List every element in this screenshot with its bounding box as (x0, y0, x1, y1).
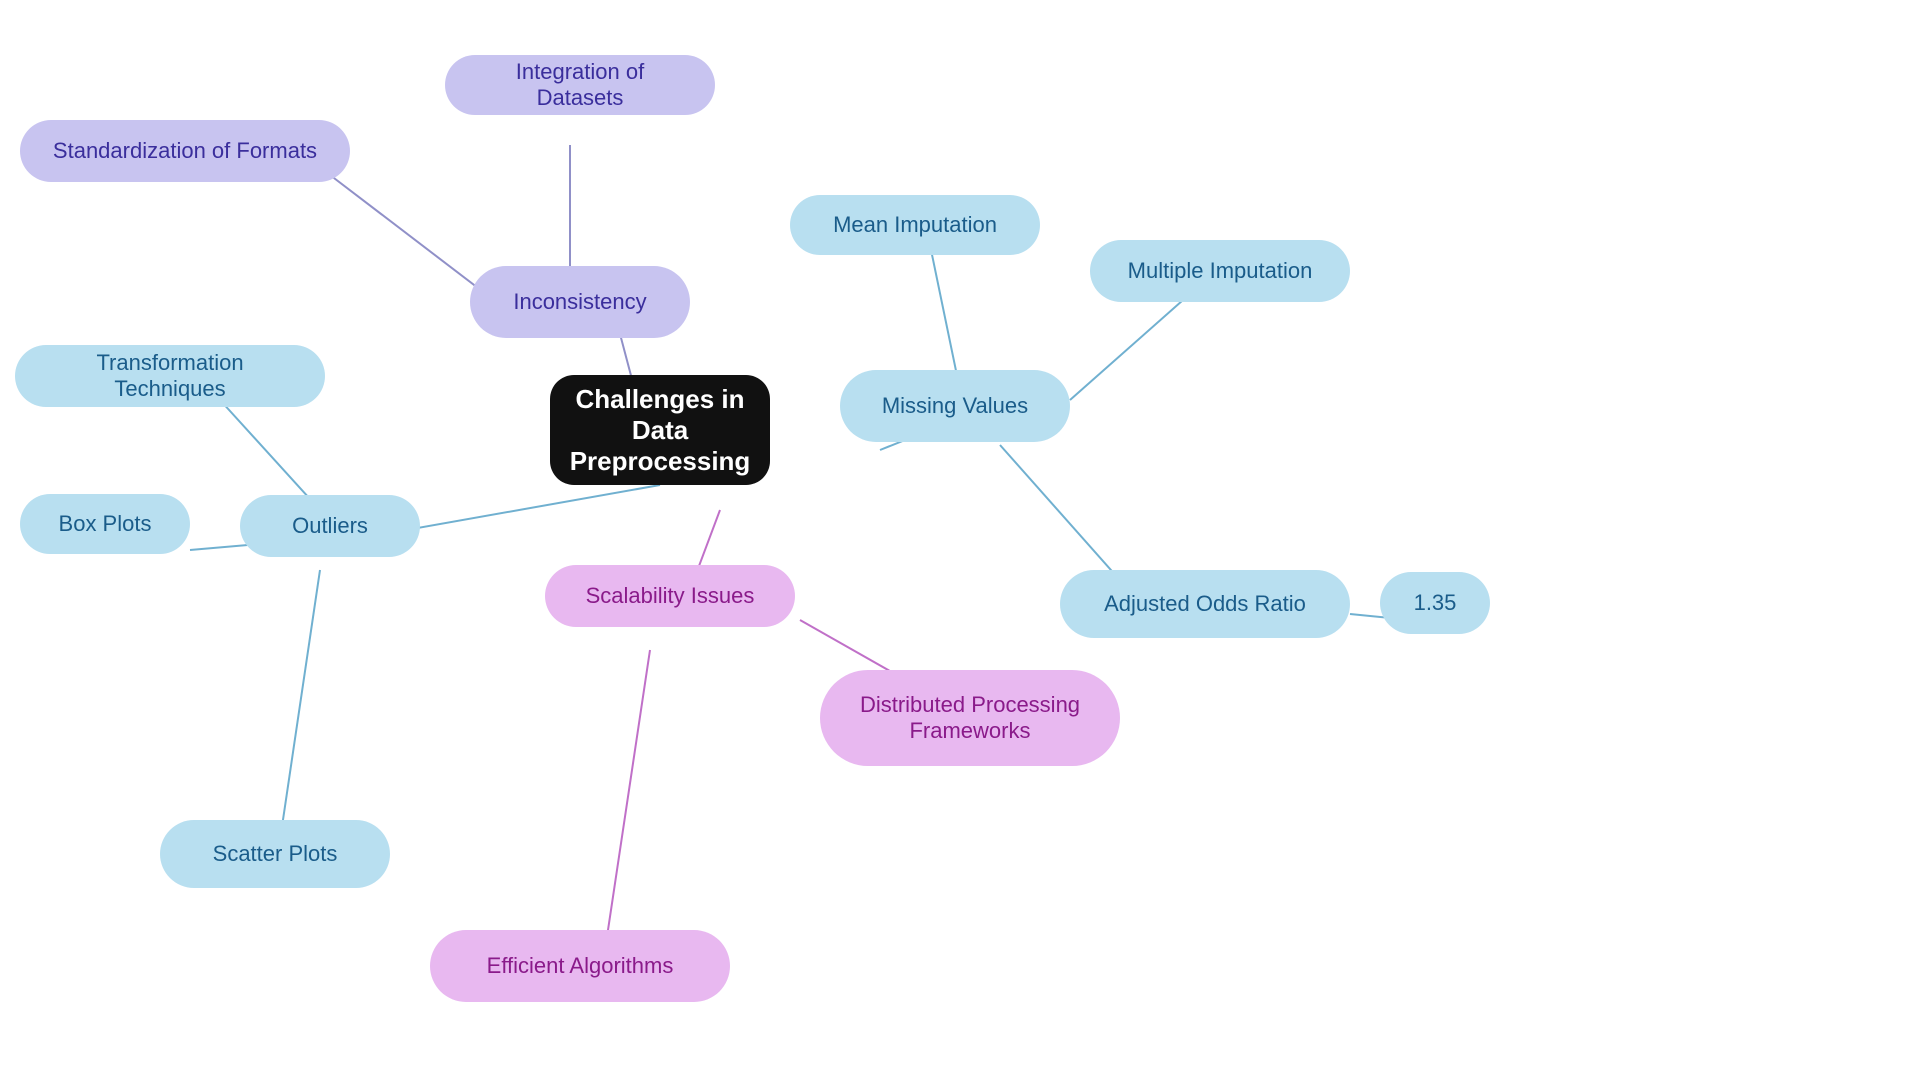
mean-imputation-label: Mean Imputation (833, 212, 997, 238)
inconsistency-label: Inconsistency (513, 289, 646, 315)
scalability-issues-node: Scalability Issues (545, 565, 795, 627)
multiple-imputation-label: Multiple Imputation (1128, 258, 1313, 284)
integration-node: Integration of Datasets (445, 55, 715, 115)
missing-values-node: Missing Values (840, 370, 1070, 442)
distributed-processing-node: Distributed ProcessingFrameworks (820, 670, 1120, 766)
mean-imputation-node: Mean Imputation (790, 195, 1040, 255)
box-plots-label: Box Plots (59, 511, 152, 537)
inconsistency-node: Inconsistency (470, 266, 690, 338)
efficient-algorithms-label: Efficient Algorithms (487, 953, 674, 979)
transformation-label: Transformation Techniques (43, 350, 297, 402)
center-node: Challenges in DataPreprocessing (550, 375, 770, 485)
outliers-label: Outliers (292, 513, 368, 539)
scalability-issues-label: Scalability Issues (586, 583, 755, 609)
box-plots-node: Box Plots (20, 494, 190, 554)
center-label: Challenges in DataPreprocessing (570, 384, 751, 477)
missing-values-label: Missing Values (882, 393, 1028, 419)
efficient-algorithms-node: Efficient Algorithms (430, 930, 730, 1002)
adjusted-odds-ratio-node: Adjusted Odds Ratio (1060, 570, 1350, 638)
distributed-processing-label: Distributed ProcessingFrameworks (860, 692, 1080, 744)
value-135-label: 1.35 (1414, 590, 1457, 616)
outliers-node: Outliers (240, 495, 420, 557)
standardization-label: Standardization of Formats (53, 138, 317, 164)
multiple-imputation-node: Multiple Imputation (1090, 240, 1350, 302)
transformation-node: Transformation Techniques (15, 345, 325, 407)
standardization-node: Standardization of Formats (20, 120, 350, 182)
integration-label: Integration of Datasets (473, 59, 687, 111)
scatter-plots-node: Scatter Plots (160, 820, 390, 888)
adjusted-odds-ratio-label: Adjusted Odds Ratio (1104, 591, 1306, 617)
value-135-node: 1.35 (1380, 572, 1490, 634)
scatter-plots-label: Scatter Plots (213, 841, 338, 867)
